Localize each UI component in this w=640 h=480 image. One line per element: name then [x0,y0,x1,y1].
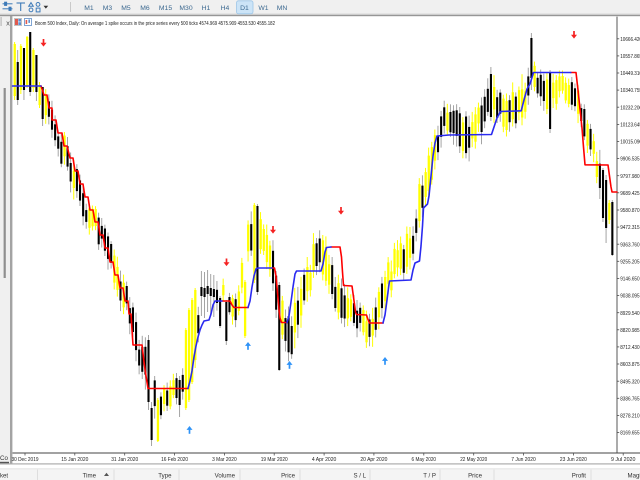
svg-text:MN: MN [277,5,288,12]
svg-text:23 Jun 2020: 23 Jun 2020 [560,457,587,463]
svg-text:9146.650: 9146.650 [620,277,639,283]
svg-text:8603.875: 8603.875 [620,362,639,368]
svg-text:H4: H4 [221,5,230,12]
svg-text:31 Jan 2020: 31 Jan 2020 [111,457,138,463]
svg-text:10123.645: 10123.645 [620,123,640,129]
svg-text:15 Jan 2020: 15 Jan 2020 [61,457,88,463]
svg-text:M6: M6 [140,5,150,12]
svg-text:10232.200: 10232.200 [620,105,640,111]
svg-text:9797.980: 9797.980 [620,174,639,180]
svg-text:9906.535: 9906.535 [620,157,639,163]
svg-text:M3: M3 [103,5,113,12]
svg-text:19 Mar 2020: 19 Mar 2020 [261,457,288,463]
svg-text:20 Apr 2020: 20 Apr 2020 [360,457,387,463]
svg-text:7 Jun 2020: 7 Jun 2020 [511,457,536,463]
svg-text:Price: Price [468,472,482,479]
svg-text:W1: W1 [258,5,268,12]
svg-text:M1: M1 [84,5,94,12]
svg-text:10015.090: 10015.090 [620,140,640,146]
svg-text:30 Dec 2019: 30 Dec 2019 [12,457,39,463]
svg-text:8929.540: 8929.540 [620,311,639,317]
svg-text:8820.985: 8820.985 [620,328,639,334]
svg-text:10666.420: 10666.420 [620,37,640,43]
svg-text:8169.655: 8169.655 [620,431,639,437]
svg-text:T / P: T / P [423,472,436,479]
svg-text:Time: Time [83,472,97,479]
svg-text:M15: M15 [159,5,172,12]
svg-text:8712.430: 8712.430 [620,345,639,351]
svg-text:22 May 2020: 22 May 2020 [460,457,487,463]
svg-text:9038.095: 9038.095 [620,294,639,300]
svg-text:S / L: S / L [353,472,366,479]
svg-text:ket: ket [0,472,8,479]
svg-text:9255.205: 9255.205 [620,259,639,265]
svg-text:16 Feb 2020: 16 Feb 2020 [161,457,188,463]
svg-text:M5: M5 [121,5,131,12]
svg-text:9580.870: 9580.870 [620,208,639,214]
svg-text:6 May 2020: 6 May 2020 [412,457,437,463]
svg-text:Magic: Magic [628,472,640,479]
svg-text:4 Apr 2020: 4 Apr 2020 [312,457,337,463]
svg-text:D1: D1 [240,5,249,12]
svg-text:8278.210: 8278.210 [620,414,639,420]
svg-text:10557.865: 10557.865 [620,54,640,60]
svg-text:Volume: Volume [215,472,236,479]
svg-text:Boom 500 Index, Daily: On av: Boom 500 Index, Daily: On average 1 spik… [35,21,275,27]
svg-text:9689.425: 9689.425 [620,191,639,197]
svg-text:9 Jul 2020: 9 Jul 2020 [611,457,636,463]
svg-text:9363.760: 9363.760 [620,242,639,248]
svg-text:M30: M30 [179,5,192,12]
svg-text:8495.320: 8495.320 [620,379,639,385]
svg-text:Co: Co [0,455,8,462]
svg-text:Profit: Profit [572,472,587,479]
svg-text:x: x [6,19,10,28]
svg-text:H1: H1 [202,5,211,12]
svg-text:8386.765: 8386.765 [620,396,639,402]
svg-text:3 Mar 2020: 3 Mar 2020 [212,457,237,463]
svg-text:10449.310: 10449.310 [620,71,640,77]
svg-text:10340.755: 10340.755 [620,88,640,94]
svg-text:Type: Type [158,472,172,479]
svg-text:Price: Price [281,472,295,479]
svg-text:9472.315: 9472.315 [620,225,639,231]
